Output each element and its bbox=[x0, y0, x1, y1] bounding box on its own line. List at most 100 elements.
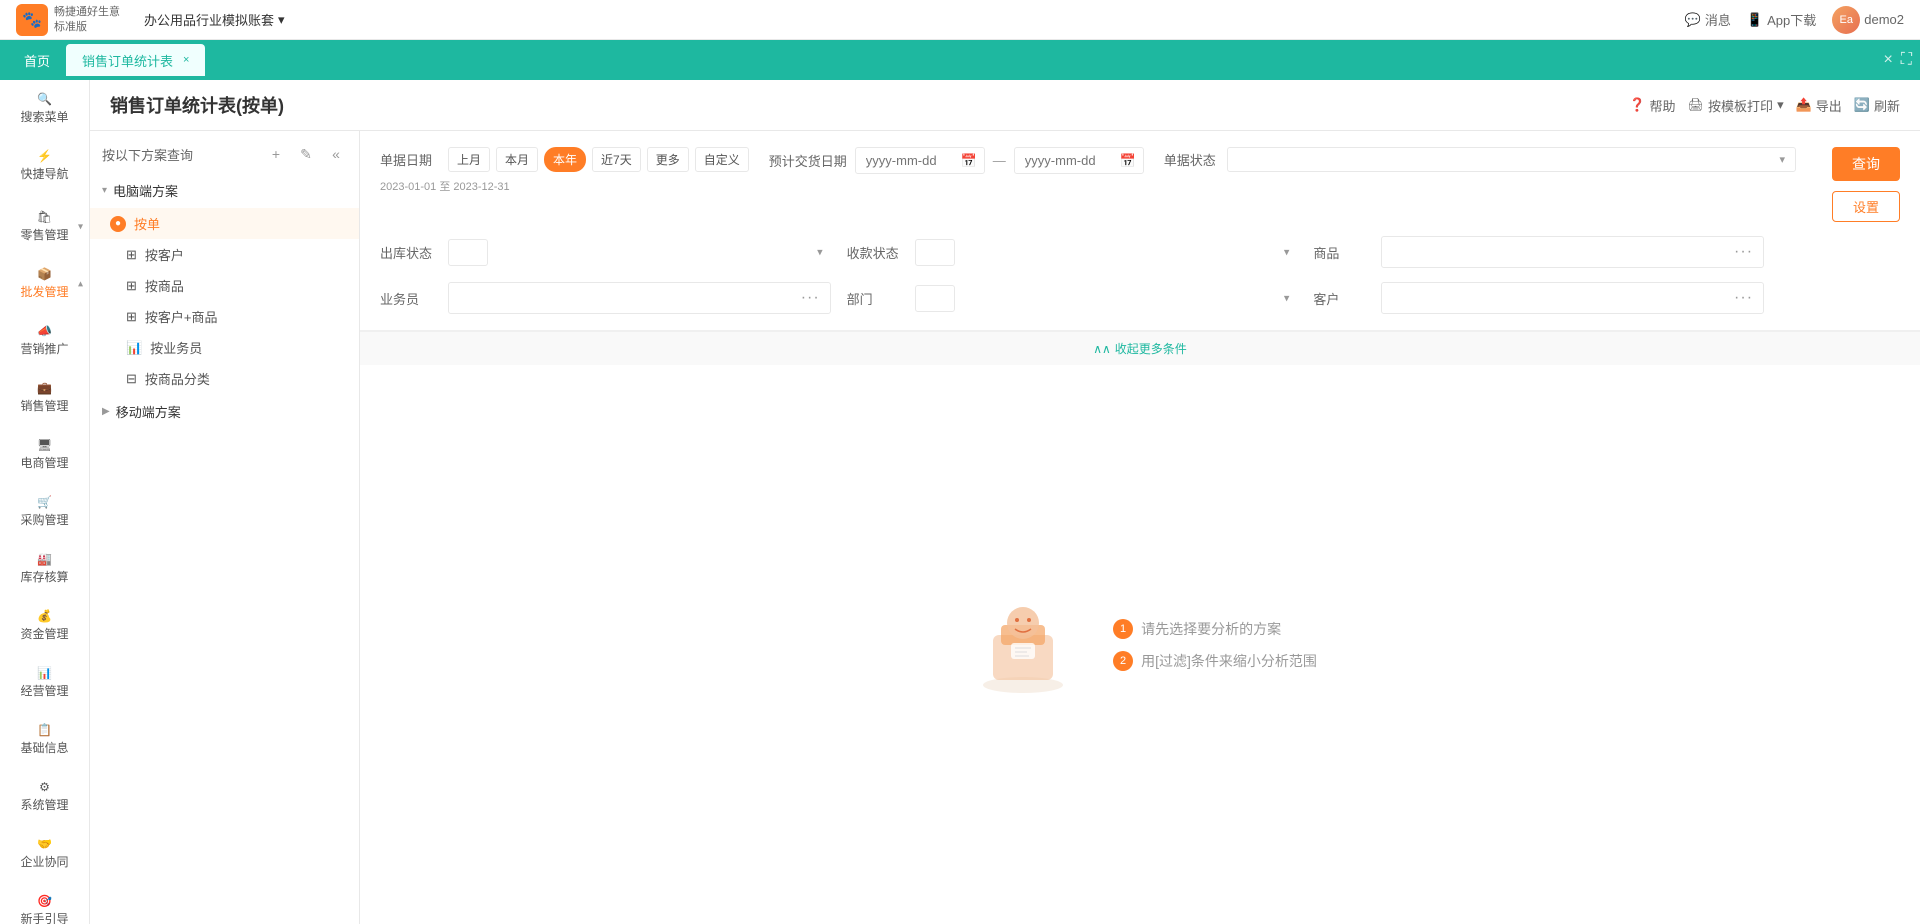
page-header: 销售订单统计表(按单) ❓ 帮助 🖨 按模板打印 ▾ 📤 导出 🔄 刷新 bbox=[90, 80, 1920, 131]
sidebar-item-quick-nav[interactable]: ⚡ 快捷导航 bbox=[0, 137, 89, 194]
status-select[interactable]: ▾ bbox=[1227, 147, 1796, 172]
status-arrow-icon: ▾ bbox=[1779, 153, 1785, 166]
print-dropdown-arrow[interactable]: ▾ bbox=[1777, 97, 1784, 113]
edit-scheme-btn[interactable]: ✎ bbox=[295, 143, 317, 165]
department-select[interactable] bbox=[915, 285, 955, 312]
top-bar-right: 💬 消息 📱 App下载 Ea demo2 bbox=[1685, 6, 1904, 34]
tree-icon-customer: ⊞ bbox=[126, 247, 137, 263]
top-bar: 🐾 畅捷通好生意 标准版 办公用品行业模拟账套 ▾ 💬 消息 📱 App下载 E… bbox=[0, 0, 1920, 40]
tab-close-btn[interactable]: × bbox=[183, 54, 189, 66]
search-button[interactable]: 查询 bbox=[1832, 147, 1900, 181]
logo-icon: 🐾 bbox=[16, 4, 48, 36]
tree-item-by-category[interactable]: ⊟ 按商品分类 bbox=[90, 363, 359, 394]
delivery-select[interactable] bbox=[448, 239, 488, 266]
left-panel-title: 按以下方案查询 bbox=[102, 145, 193, 164]
date-btn-custom[interactable]: 自定义 bbox=[695, 147, 749, 172]
date-btn-this-month[interactable]: 本月 bbox=[496, 147, 538, 172]
salesperson-label: 业务员 bbox=[380, 289, 440, 308]
tree-icon-category: ⊟ bbox=[126, 371, 137, 387]
department-select-wrap: ▾ bbox=[915, 285, 1298, 312]
tree-item-by-goods[interactable]: ⊞ 按商品 bbox=[90, 270, 359, 301]
goods-field[interactable]: ··· bbox=[1381, 236, 1764, 268]
page-selector[interactable]: 办公用品行业模拟账套 ▾ bbox=[144, 10, 285, 29]
content-area: 销售订单统计表(按单) ❓ 帮助 🖨 按模板打印 ▾ 📤 导出 🔄 刷新 bbox=[90, 80, 1920, 924]
customer-dots-btn[interactable]: ··· bbox=[1734, 289, 1753, 307]
tree-section-mobile[interactable]: ▶ 移动端方案 bbox=[90, 394, 359, 429]
tab-bar-right: × ⛶ bbox=[1883, 51, 1912, 69]
payment-select[interactable] bbox=[915, 239, 955, 266]
hint-num-1: 1 bbox=[1113, 619, 1133, 639]
left-panel-header: 按以下方案查询 + ✎ « bbox=[90, 131, 359, 173]
empty-hint-2: 2 用[过滤]条件来缩小分析范围 bbox=[1113, 651, 1317, 671]
date-btn-last7[interactable]: 近7天 bbox=[592, 147, 641, 172]
goods-label: 商品 bbox=[1313, 243, 1373, 262]
tab-sales-order[interactable]: 销售订单统计表 × bbox=[66, 44, 205, 76]
sidebar-item-enterprise[interactable]: 🤝 企业协同 bbox=[0, 825, 89, 882]
refresh-btn[interactable]: 🔄 刷新 bbox=[1854, 96, 1900, 115]
salesperson-field[interactable]: ··· bbox=[448, 282, 831, 314]
sidebar-item-finance[interactable]: 💰 资金管理 bbox=[0, 597, 89, 654]
setting-button[interactable]: 设置 bbox=[1832, 191, 1900, 222]
tree-item-by-customer-goods[interactable]: ⊞ 按客户+商品 bbox=[90, 301, 359, 332]
date-dash: — bbox=[993, 153, 1006, 168]
tree-item-by-order[interactable]: ● 按单 bbox=[90, 208, 359, 239]
sidebar-item-newguide[interactable]: 🎯 新手引导 bbox=[0, 882, 89, 924]
page-selector-arrow: ▾ bbox=[278, 12, 285, 28]
tree-item-by-customer[interactable]: ⊞ 按客户 bbox=[90, 239, 359, 270]
filter-area: 单据日期 上月 本月 本年 近7天 更多 自定义 2023 bbox=[360, 131, 1920, 331]
sidebar-item-wholesale[interactable]: 📦 批发管理 ▴ bbox=[0, 255, 89, 312]
sidebar-item-marketing[interactable]: 📣 营销推广 bbox=[0, 312, 89, 369]
print-icon: 🖨 bbox=[1688, 97, 1705, 113]
print-btn[interactable]: 🖨 按模板打印 ▾ bbox=[1688, 96, 1784, 115]
tree-section-pc[interactable]: ▾ 电脑端方案 bbox=[90, 173, 359, 208]
left-panel-icons: + ✎ « bbox=[265, 143, 347, 165]
collapse-icon: ∧∧ bbox=[1093, 342, 1111, 356]
user-menu[interactable]: Ea demo2 bbox=[1832, 6, 1904, 34]
tree-item-by-salesperson[interactable]: 📊 按业务员 bbox=[90, 332, 359, 363]
export-icon: 📤 bbox=[1796, 97, 1812, 113]
left-panel: 按以下方案查询 + ✎ « ▾ 电脑端方案 ● 按单 bbox=[90, 131, 360, 924]
customer-field[interactable]: ··· bbox=[1381, 282, 1764, 314]
empty-svg bbox=[963, 585, 1083, 705]
sidebar-item-operation[interactable]: 📊 经营管理 bbox=[0, 654, 89, 711]
collapse-panel-btn[interactable]: « bbox=[325, 143, 347, 165]
tree-icon-goods: ⊞ bbox=[126, 278, 137, 294]
top-bar-left: 🐾 畅捷通好生意 标准版 办公用品行业模拟账套 ▾ bbox=[16, 4, 285, 36]
collapse-bar[interactable]: ∧∧ 收起更多条件 bbox=[360, 331, 1920, 365]
calendar-end-icon: 📅 bbox=[1120, 153, 1136, 169]
avatar: Ea bbox=[1832, 6, 1860, 34]
tab-home[interactable]: 首页 bbox=[8, 44, 66, 76]
expected-date-label: 预计交货日期 bbox=[769, 151, 847, 170]
date-btn-more[interactable]: 更多 bbox=[647, 147, 689, 172]
sidebar-item-ecommerce[interactable]: 🖥 电商管理 bbox=[0, 426, 89, 483]
sidebar-item-inventory[interactable]: 🏭 库存核算 bbox=[0, 540, 89, 597]
date-btn-last-month[interactable]: 上月 bbox=[448, 147, 490, 172]
sidebar: 🔍 搜索菜单 ⚡ 快捷导航 🛍 零售管理 ▾ 📦 批发管理 ▴ 📣 营销推广 💼… bbox=[0, 80, 90, 924]
export-btn[interactable]: 📤 导出 bbox=[1796, 96, 1842, 115]
app-download-btn[interactable]: 📱 App下载 bbox=[1747, 10, 1816, 29]
help-btn[interactable]: ❓ 帮助 bbox=[1629, 96, 1675, 115]
sidebar-item-purchase[interactable]: 🛒 采购管理 bbox=[0, 483, 89, 540]
add-scheme-btn[interactable]: + bbox=[265, 143, 287, 165]
goods-dots-btn[interactable]: ··· bbox=[1734, 243, 1753, 261]
refresh-icon: 🔄 bbox=[1854, 97, 1870, 113]
sidebar-item-search[interactable]: 🔍 搜索菜单 bbox=[0, 80, 89, 137]
page-title: 销售订单统计表(按单) bbox=[110, 92, 284, 130]
payment-select-wrap: ▾ bbox=[915, 239, 1298, 266]
expected-date-end-wrap: 📅 bbox=[1014, 147, 1144, 174]
sidebar-item-retail[interactable]: 🛍 零售管理 ▾ bbox=[0, 198, 89, 255]
salesperson-dots-btn[interactable]: ··· bbox=[801, 289, 820, 307]
message-btn[interactable]: 💬 消息 bbox=[1685, 10, 1731, 29]
window-close-btn[interactable]: × bbox=[1883, 51, 1892, 69]
date-btn-this-year[interactable]: 本年 bbox=[544, 147, 586, 172]
delivery-select-wrap: ▾ bbox=[448, 239, 831, 266]
window-expand-btn[interactable]: ⛶ bbox=[1901, 51, 1912, 69]
sidebar-item-system[interactable]: ⚙ 系统管理 bbox=[0, 768, 89, 825]
calendar-start-icon: 📅 bbox=[961, 153, 977, 169]
sidebar-item-sales[interactable]: 💼 销售管理 bbox=[0, 369, 89, 426]
date-label: 单据日期 bbox=[380, 150, 440, 169]
empty-illustration bbox=[963, 585, 1083, 705]
sidebar-item-basic[interactable]: 📋 基础信息 bbox=[0, 711, 89, 768]
right-content: 单据日期 上月 本月 本年 近7天 更多 自定义 2023 bbox=[360, 131, 1920, 924]
tree-icon-customer-goods: ⊞ bbox=[126, 309, 137, 325]
